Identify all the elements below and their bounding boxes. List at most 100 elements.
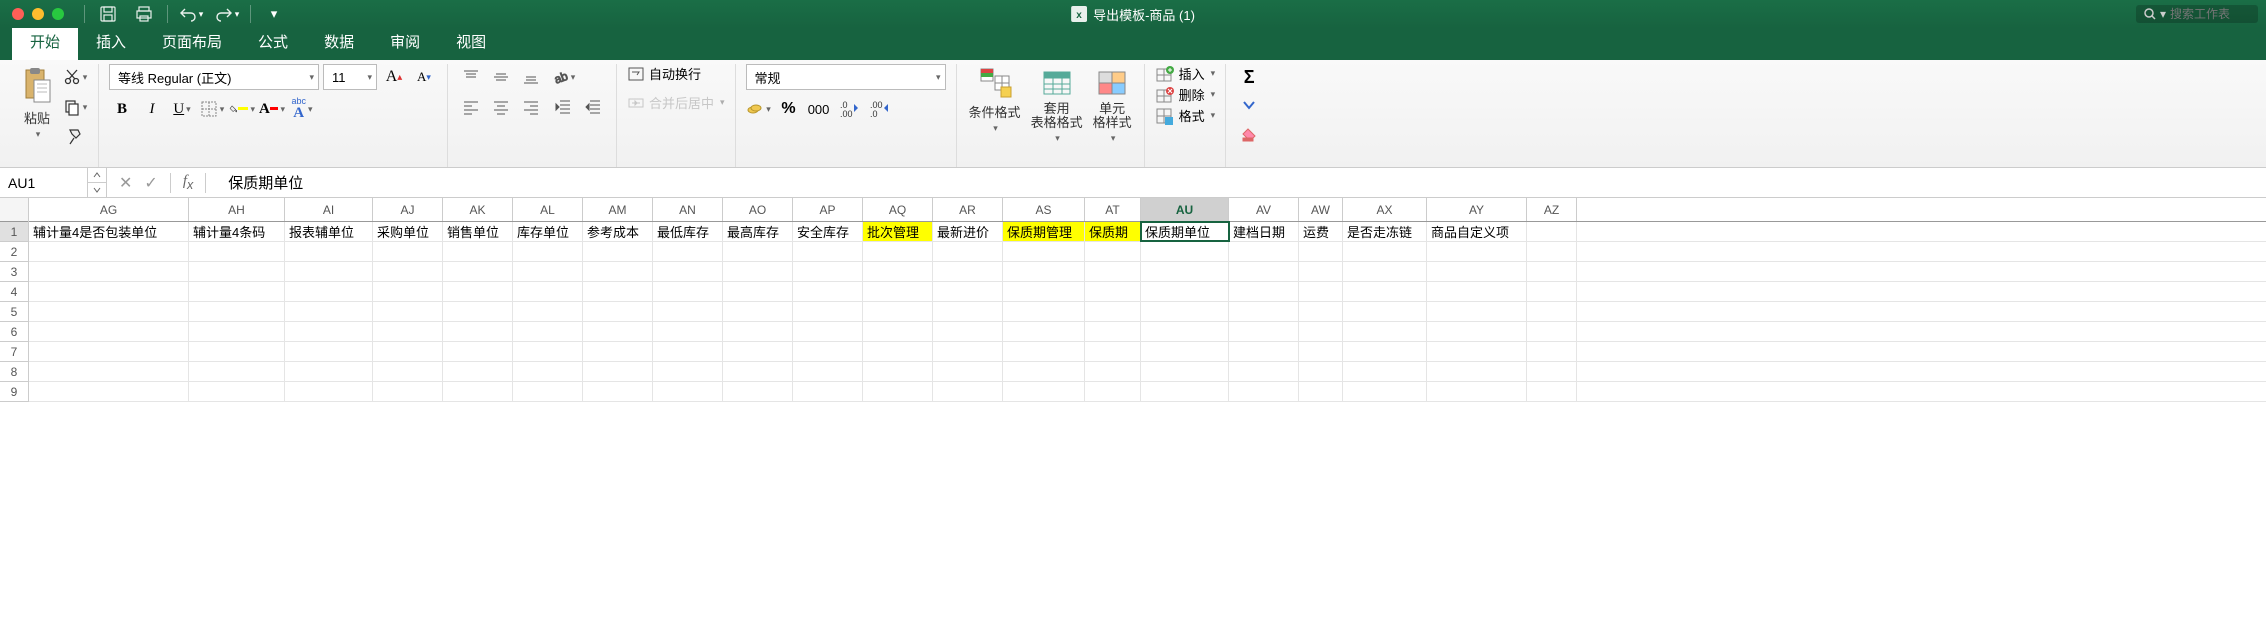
format-painter-icon[interactable]: [62, 124, 88, 150]
cell[interactable]: [1427, 342, 1527, 361]
cell[interactable]: [189, 362, 285, 381]
cell[interactable]: [189, 342, 285, 361]
align-center-icon[interactable]: [488, 94, 514, 120]
tab-insert[interactable]: 插入: [78, 25, 144, 60]
cell[interactable]: [1141, 262, 1229, 281]
save-icon[interactable]: [95, 1, 121, 27]
cell[interactable]: [653, 322, 723, 341]
comma-icon[interactable]: 000: [806, 96, 832, 122]
cell[interactable]: [1003, 342, 1085, 361]
cell[interactable]: [29, 302, 189, 321]
cell[interactable]: [933, 342, 1003, 361]
cell[interactable]: [1003, 282, 1085, 301]
cell[interactable]: [285, 342, 373, 361]
column-header[interactable]: AY: [1427, 198, 1527, 221]
number-format-combo[interactable]: 常规▾: [746, 64, 946, 90]
cell[interactable]: [373, 382, 443, 401]
tab-home[interactable]: 开始: [12, 25, 78, 60]
cell[interactable]: [653, 362, 723, 381]
decrease-indent-icon[interactable]: [550, 94, 576, 120]
cell[interactable]: [285, 382, 373, 401]
cell[interactable]: [1003, 262, 1085, 281]
bold-button[interactable]: B: [109, 96, 135, 122]
cell[interactable]: [933, 382, 1003, 401]
close-window-button[interactable]: [12, 8, 24, 20]
cell[interactable]: [1343, 382, 1427, 401]
cell[interactable]: [1343, 362, 1427, 381]
cell[interactable]: [373, 322, 443, 341]
search-box[interactable]: ▾: [2136, 5, 2258, 23]
cell[interactable]: [443, 302, 513, 321]
cell[interactable]: [189, 382, 285, 401]
phonetic-button[interactable]: abcA▾: [289, 96, 315, 122]
column-header[interactable]: AZ: [1527, 198, 1577, 221]
cell[interactable]: [653, 382, 723, 401]
cell[interactable]: [443, 322, 513, 341]
cell[interactable]: [1343, 342, 1427, 361]
cell[interactable]: [285, 282, 373, 301]
cell[interactable]: [1427, 282, 1527, 301]
qat-customize-icon[interactable]: ▾: [261, 1, 287, 27]
cell[interactable]: [933, 262, 1003, 281]
cell[interactable]: [863, 262, 933, 281]
cell[interactable]: [1299, 302, 1343, 321]
row-header[interactable]: 2: [0, 242, 28, 262]
cell[interactable]: [1427, 242, 1527, 261]
cell[interactable]: [1085, 362, 1141, 381]
italic-button[interactable]: I: [139, 96, 165, 122]
cell[interactable]: [583, 242, 653, 261]
cell[interactable]: [1427, 362, 1527, 381]
cell[interactable]: [513, 362, 583, 381]
decrease-decimal-icon[interactable]: .00.0: [866, 96, 892, 122]
cell[interactable]: [1085, 382, 1141, 401]
cell[interactable]: [285, 242, 373, 261]
cell[interactable]: [1299, 382, 1343, 401]
column-header[interactable]: AI: [285, 198, 373, 221]
column-header[interactable]: AR: [933, 198, 1003, 221]
cell[interactable]: [1085, 342, 1141, 361]
border-button[interactable]: ▾: [199, 96, 225, 122]
paste-button[interactable]: 粘贴 ▾: [18, 64, 56, 142]
cell[interactable]: [1229, 342, 1299, 361]
cell[interactable]: [793, 342, 863, 361]
column-header[interactable]: AH: [189, 198, 285, 221]
cell[interactable]: [1141, 362, 1229, 381]
increase-decimal-icon[interactable]: .0.00: [836, 96, 862, 122]
cell[interactable]: [1299, 282, 1343, 301]
cell[interactable]: [189, 282, 285, 301]
column-header[interactable]: AL: [513, 198, 583, 221]
cell[interactable]: [793, 322, 863, 341]
formula-input[interactable]: 保质期单位: [218, 168, 2266, 197]
redo-icon[interactable]: ▾: [214, 1, 240, 27]
increase-indent-icon[interactable]: [580, 94, 606, 120]
cell[interactable]: 库存单位: [513, 222, 583, 241]
stepper-down-icon[interactable]: [88, 183, 106, 198]
enter-formula-icon[interactable]: ✓: [144, 173, 157, 193]
cell[interactable]: [723, 242, 793, 261]
row-header[interactable]: 7: [0, 342, 28, 362]
cell[interactable]: [373, 362, 443, 381]
cell[interactable]: [1003, 382, 1085, 401]
cell[interactable]: [29, 262, 189, 281]
cell[interactable]: [1343, 282, 1427, 301]
align-bottom-icon[interactable]: [518, 64, 544, 90]
cell[interactable]: [373, 282, 443, 301]
cell[interactable]: [933, 322, 1003, 341]
cell[interactable]: 保质期单位: [1141, 222, 1229, 241]
cell[interactable]: [1299, 242, 1343, 261]
cell[interactable]: [583, 342, 653, 361]
cell[interactable]: [373, 262, 443, 281]
cell[interactable]: [513, 342, 583, 361]
cell[interactable]: [29, 322, 189, 341]
cell[interactable]: [1343, 262, 1427, 281]
cell[interactable]: [1229, 282, 1299, 301]
cut-icon[interactable]: ▾: [62, 64, 88, 90]
merge-center-button[interactable]: 合并后居中 ▾: [627, 93, 725, 112]
percent-icon[interactable]: %: [776, 96, 802, 122]
cell[interactable]: [933, 282, 1003, 301]
cell[interactable]: 最低库存: [653, 222, 723, 241]
cell[interactable]: [1343, 302, 1427, 321]
cell[interactable]: [1527, 322, 1577, 341]
cell[interactable]: [793, 262, 863, 281]
cell[interactable]: [1003, 362, 1085, 381]
